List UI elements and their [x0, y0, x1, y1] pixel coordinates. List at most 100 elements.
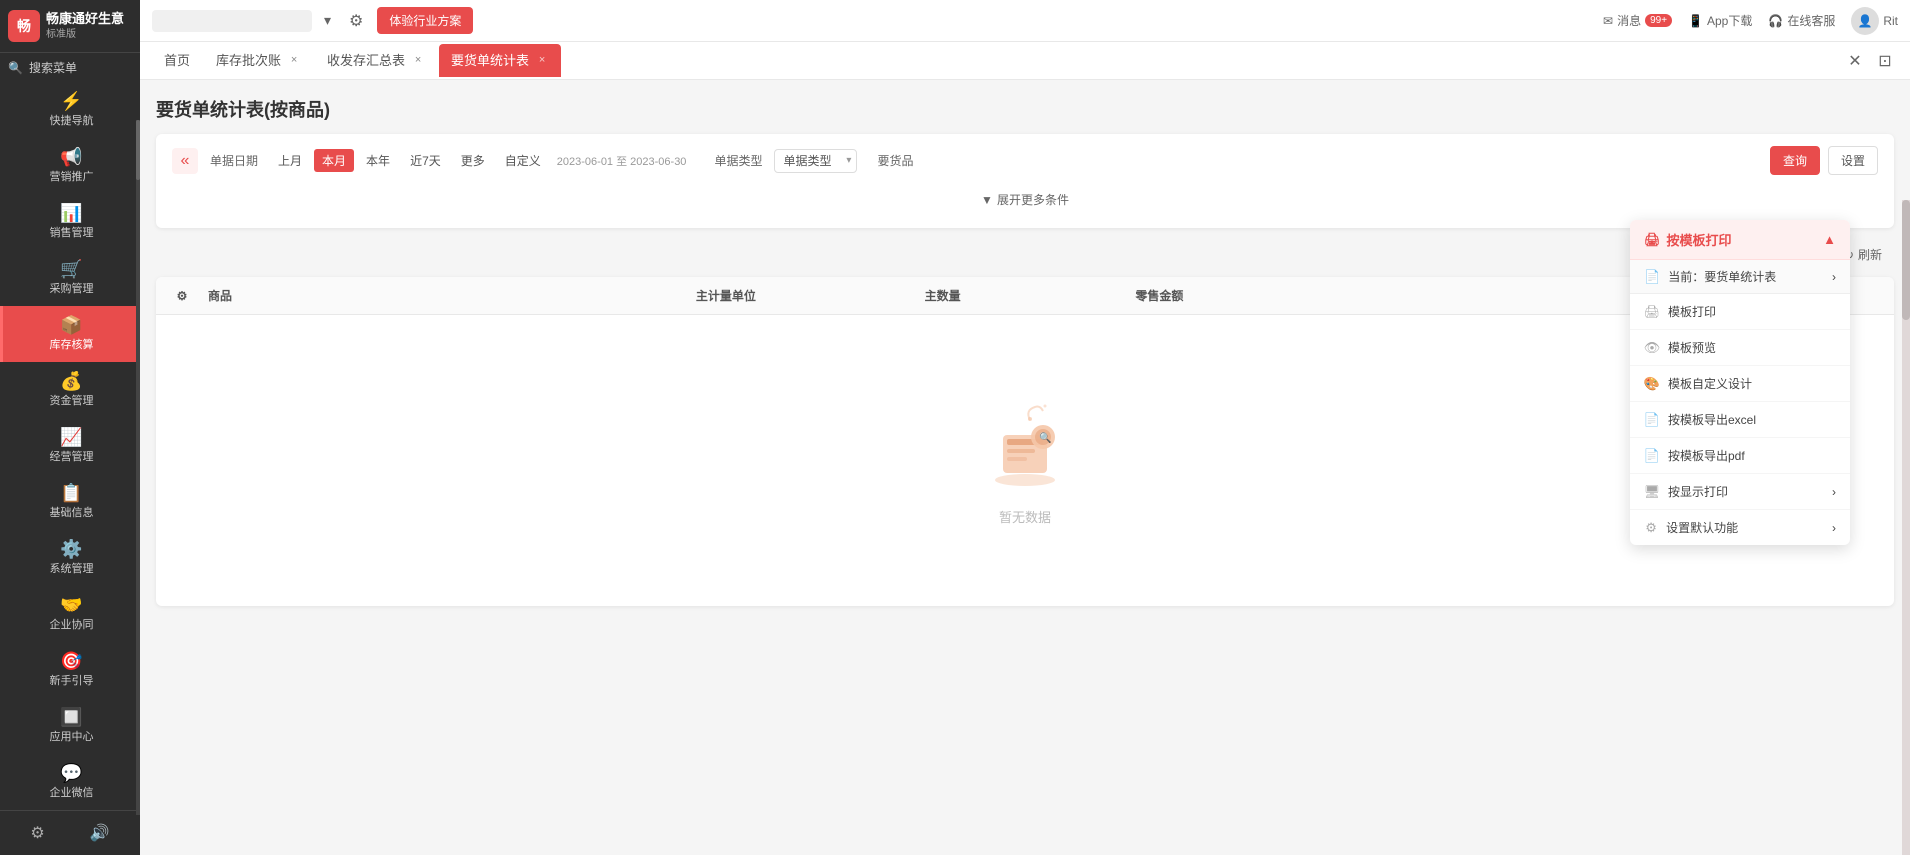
period-this-year-btn[interactable]: 本年	[358, 149, 398, 172]
trial-btn[interactable]: 体验行业方案	[377, 7, 473, 34]
sidebar-item-system[interactable]: ⚙️ 系统管理	[0, 530, 140, 586]
svg-text:🔍: 🔍	[1039, 431, 1051, 444]
print-dropdown-close-icon[interactable]: ▲	[1823, 232, 1836, 247]
sidebar-item-purchase[interactable]: 🛒 采购管理	[0, 250, 140, 306]
sidebar-item-label: 企业微信	[50, 784, 94, 800]
tab-order-summary[interactable]: 要货单统计表 ×	[439, 44, 561, 77]
display-print-arrow: ›	[1832, 485, 1836, 499]
sidebar-item-basic[interactable]: 📋 基础信息	[0, 474, 140, 530]
print-dropdown-item-template-design[interactable]: 🎨 模板自定义设计	[1630, 366, 1850, 402]
window-close-btn[interactable]: ✕	[1842, 48, 1868, 74]
window-buttons: ✕ ⊡	[1842, 48, 1898, 74]
sidebar-logo: 畅 畅康通好生意 标准版	[0, 0, 140, 53]
print-dropdown-item-template-preview[interactable]: 👁 模板预览	[1630, 330, 1850, 366]
operation-icon: 📈	[60, 428, 82, 446]
sidebar-item-wechat[interactable]: 💬 企业微信	[0, 754, 140, 810]
doc-type-filter-label: 单据类型	[714, 152, 762, 169]
sidebar-item-label: 系统管理	[50, 560, 94, 576]
query-button[interactable]: 查询	[1770, 146, 1820, 175]
print-dropdown: 🖨 按模板打印 ▲ 📄 当前：要货单统计表 › 🖨 模板打印 👁 模板预览	[1630, 220, 1850, 545]
topbar-settings-button[interactable]: ⚙	[343, 9, 369, 33]
set-default-sub: 设置默认功能 ›	[1666, 519, 1836, 536]
messages-btn[interactable]: ✉ 消息 99+	[1603, 12, 1672, 29]
set-default-arrow: ›	[1832, 521, 1836, 535]
sidebar-item-finance[interactable]: 💰 资金管理	[0, 362, 140, 418]
tab-order-summary-label: 要货单统计表	[451, 50, 529, 69]
display-print-icon: 🖥	[1644, 484, 1660, 500]
doc-type-select-wrap: 单据类型	[774, 149, 857, 173]
sidebar-item-marketing[interactable]: 📢 营销推广	[0, 138, 140, 194]
sidebar-search[interactable]: 🔍 搜索菜单	[0, 53, 140, 82]
settings-button[interactable]: 设置	[1828, 146, 1878, 175]
tab-collection-summary-close[interactable]: ×	[411, 53, 425, 67]
doc-type-select[interactable]: 单据类型	[774, 149, 857, 173]
guide-icon: 🎯	[60, 652, 82, 670]
print-current-left: 📄 当前：要货单统计表	[1644, 268, 1776, 285]
tab-order-summary-close[interactable]: ×	[535, 53, 549, 67]
sidebar-footer: ⚙ 🔊	[0, 810, 140, 855]
template-print-label: 模板打印	[1668, 303, 1716, 320]
sidebar-item-quick-nav[interactable]: ⚡ 快捷导航	[0, 82, 140, 138]
sidebar-item-sales[interactable]: 📊 销售管理	[0, 194, 140, 250]
sidebar-item-label: 企业协同	[50, 616, 94, 632]
template-preview-icon: 👁	[1644, 340, 1660, 356]
nav-dropdown-button[interactable]: ▾	[320, 10, 335, 31]
period-this-month-btn[interactable]: 本月	[314, 149, 354, 172]
sidebar-item-appstore[interactable]: 🔲 应用中心	[0, 698, 140, 754]
display-print-label: 按显示打印	[1668, 483, 1728, 500]
expand-row: ▼ 展开更多条件	[172, 183, 1878, 216]
messages-badge: 99+	[1645, 14, 1672, 27]
display-print-sub: 按显示打印 ›	[1668, 483, 1836, 500]
expand-more-btn[interactable]: ▼ 展开更多条件	[965, 187, 1085, 212]
nav-search-input[interactable]	[152, 10, 312, 32]
sidebar-item-label: 经营管理	[50, 448, 94, 464]
print-dropdown-header[interactable]: 🖨 按模板打印 ▲	[1630, 220, 1850, 260]
purchase-icon: 🛒	[60, 260, 82, 278]
col-product-header: 商品	[200, 277, 618, 314]
main-area: ▾ ⚙ 体验行业方案 ✉ 消息 99+ 📱 App下载 🎧 在线客服 👤 Rit	[140, 0, 1910, 855]
print-dropdown-item-template-print[interactable]: 🖨 模板打印	[1630, 294, 1850, 330]
period-custom-btn[interactable]: 自定义	[497, 149, 549, 172]
print-dropdown-item-export-pdf[interactable]: 📄 按模板导出pdf	[1630, 438, 1850, 474]
headset-icon: 🎧	[1768, 14, 1783, 28]
tab-batch-account[interactable]: 库存批次账 ×	[204, 44, 313, 77]
print-current-label[interactable]: 📄 当前：要货单统计表 ›	[1630, 260, 1850, 294]
print-dropdown-header-left: 🖨 按模板打印	[1644, 230, 1732, 249]
right-scrollbar[interactable]	[1902, 200, 1910, 855]
col-gear[interactable]: ⚙	[164, 279, 200, 313]
page-title: 要货单统计表(按商品)	[156, 96, 1894, 122]
sidebar-item-guide[interactable]: 🎯 新手引导	[0, 642, 140, 698]
sidebar-item-enterprise[interactable]: 🤝 企业协同	[0, 586, 140, 642]
user-name: Rit	[1883, 14, 1898, 28]
finance-icon: 💰	[60, 372, 82, 390]
export-pdf-label: 按模板导出pdf	[1668, 447, 1745, 464]
search-icon: 🔍	[8, 61, 23, 75]
tab-collection-summary[interactable]: 收发存汇总表 ×	[315, 44, 437, 77]
tab-batch-account-close[interactable]: ×	[287, 53, 301, 67]
sidebar-item-label: 新手引导	[50, 672, 94, 688]
user-avatar-btn[interactable]: 👤 Rit	[1851, 7, 1898, 35]
print-dropdown-item-display-print[interactable]: 🖥 按显示打印 ›	[1630, 474, 1850, 510]
topbar: ▾ ⚙ 体验行业方案 ✉ 消息 99+ 📱 App下载 🎧 在线客服 👤 Rit	[140, 0, 1910, 42]
message-icon: ✉	[1603, 14, 1613, 28]
sidebar-item-operation[interactable]: 📈 经营管理	[0, 418, 140, 474]
print-dropdown-item-export-excel[interactable]: 📄 按模板导出excel	[1630, 402, 1850, 438]
period-prev-month-btn[interactable]: 上月	[270, 149, 310, 172]
app-edition: 标准版	[46, 28, 124, 41]
tab-home[interactable]: 首页	[152, 44, 202, 77]
app-download-btn[interactable]: 📱 App下载	[1688, 12, 1752, 29]
print-dropdown-item-set-default[interactable]: ⚙ 设置默认功能 ›	[1630, 510, 1850, 545]
sidebar-item-inventory[interactable]: 📦 库存核算	[0, 306, 140, 362]
settings-footer-btn[interactable]: ⚙	[26, 819, 48, 847]
online-support-btn[interactable]: 🎧 在线客服	[1768, 12, 1835, 29]
empty-illustration: 🔍	[975, 395, 1075, 495]
print-dropdown-title: 按模板打印	[1667, 230, 1732, 249]
period-recent-7-btn[interactable]: 近7天	[402, 149, 449, 172]
window-expand-btn[interactable]: ⊡	[1872, 48, 1898, 74]
inventory-icon: 📦	[60, 316, 82, 334]
sound-footer-btn[interactable]: 🔊	[86, 819, 114, 847]
right-scrollbar-thumb	[1902, 200, 1910, 320]
filter-collapse-btn[interactable]: «	[172, 148, 198, 174]
date-period-buttons: 上月 本月 本年 近7天 更多 自定义 2023-06-01 至 2023-06…	[270, 149, 686, 172]
period-more-btn[interactable]: 更多	[453, 149, 493, 172]
